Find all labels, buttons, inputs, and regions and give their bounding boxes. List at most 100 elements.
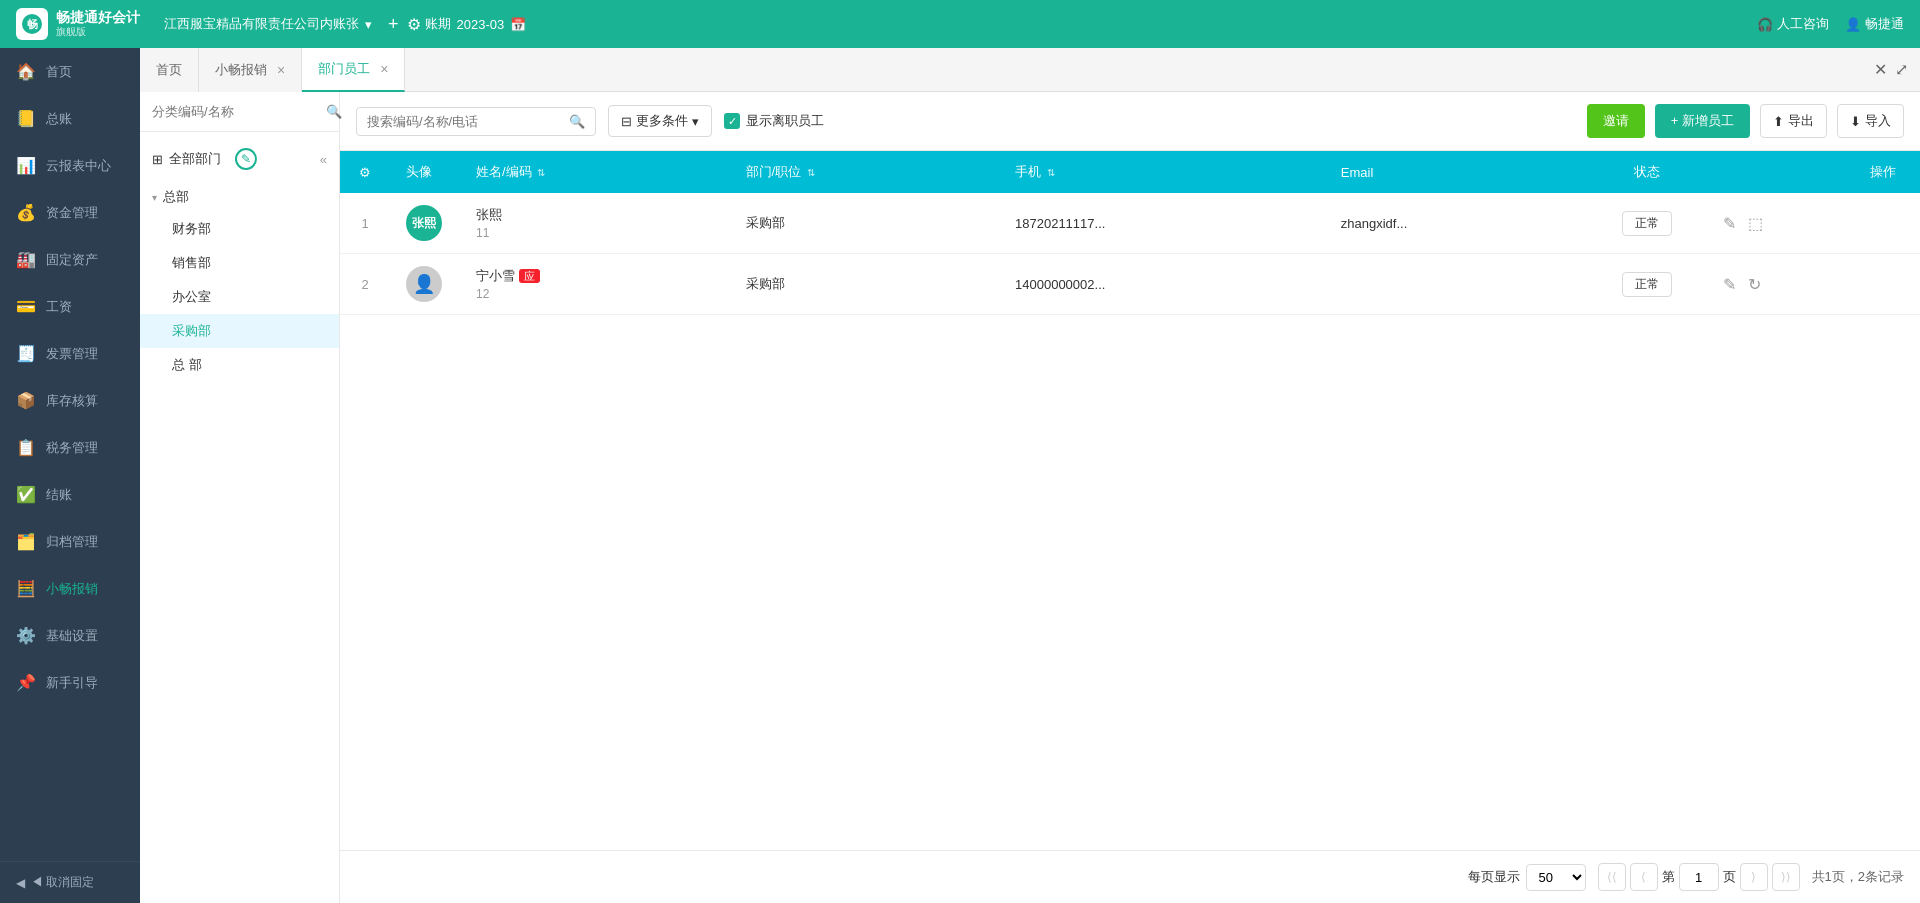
col-name[interactable]: 姓名/编码 ⇅	[460, 151, 730, 193]
dept-group-name-general: 总部	[163, 188, 189, 206]
add-employee-button[interactable]: + 新增员工	[1655, 104, 1750, 138]
col-dept[interactable]: 部门/职位 ⇅	[730, 151, 1000, 193]
sidebar-item-guide[interactable]: 📌 新手引导	[0, 659, 140, 706]
sidebar-item-expense[interactable]: 🧮 小畅报销	[0, 565, 140, 612]
dept-item-purchase[interactable]: 采购部	[140, 314, 339, 348]
import-icon: ⬇	[1850, 114, 1861, 129]
sidebar-item-reports[interactable]: 📊 云报表中心	[0, 142, 140, 189]
settings-icon[interactable]: ⚙	[403, 11, 425, 38]
sidebar-item-salary[interactable]: 💳 工资	[0, 283, 140, 330]
dept-item-hq[interactable]: 总 部	[140, 348, 339, 382]
user-profile-button[interactable]: 👤 畅捷通	[1845, 15, 1904, 33]
dept-all-label: 全部部门	[169, 150, 221, 168]
sidebar-item-settings[interactable]: ⚙️ 基础设置	[0, 612, 140, 659]
col-avatar: 头像	[390, 151, 460, 193]
avatar: 👤	[406, 266, 442, 302]
human-service-button[interactable]: 🎧 人工咨询	[1757, 15, 1829, 33]
tab-expense-close[interactable]: ×	[277, 62, 285, 78]
edit-icon[interactable]: ✎	[1723, 214, 1736, 233]
close-tab-button[interactable]: ✕	[1874, 60, 1887, 79]
logout-icon[interactable]: ⬚	[1748, 214, 1763, 233]
sidebar-item-home[interactable]: 🏠 首页	[0, 48, 140, 95]
export-button[interactable]: ⬆ 导出	[1760, 104, 1827, 138]
sidebar-item-invoice[interactable]: 🧾 发票管理	[0, 330, 140, 377]
collapse-tree-button[interactable]: «	[320, 152, 327, 167]
per-page-area: 每页显示 50 10 20 100	[1468, 864, 1586, 891]
header-actions: 🎧 人工咨询 👤 畅捷通	[1757, 15, 1904, 33]
category-search-input[interactable]	[152, 104, 320, 119]
logo-area: 畅 畅捷通好会计 旗舰版	[16, 8, 156, 40]
tab-expense[interactable]: 小畅报销 ×	[199, 48, 302, 92]
search-icon-toolbar: 🔍	[569, 114, 585, 129]
top-header: 畅 畅捷通好会计 旗舰版 江西服宝精品有限责任公司内账张 ▾ + ⚙ 账期 20…	[0, 0, 1920, 48]
prev-page-button[interactable]: ⟨	[1630, 863, 1658, 891]
sidebar-label-archive: 归档管理	[46, 533, 98, 551]
tab-dept[interactable]: 部门员工 ×	[302, 48, 405, 92]
content-area: 首页 小畅报销 × 部门员工 × ✕ ⤢ 🔍	[140, 48, 1920, 903]
filter-button[interactable]: ⊟ 更多条件 ▾	[608, 105, 712, 137]
inventory-icon: 📦	[16, 391, 36, 410]
sidebar-item-inventory[interactable]: 📦 库存核算	[0, 377, 140, 424]
expand-tab-button[interactable]: ⤢	[1895, 60, 1908, 79]
employee-status-cell: 正常	[1587, 193, 1707, 254]
add-company-button[interactable]: +	[384, 10, 403, 39]
sidebar-label-expense: 小畅报销	[46, 580, 98, 598]
page-input[interactable]	[1679, 863, 1719, 891]
employee-mobile-cell: 18720211117...	[999, 193, 1325, 254]
sidebar-label-salary: 工资	[46, 298, 72, 316]
tab-bar-actions: ✕ ⤢	[1874, 60, 1920, 79]
calendar-icon[interactable]: 📅	[510, 17, 526, 32]
page-content: 🔍 ⊞ 全部部门 ✎ « ▾ 总部	[140, 92, 1920, 903]
import-button[interactable]: ⬇ 导入	[1837, 104, 1904, 138]
employee-list-panel: 🔍 ⊟ 更多条件 ▾ ✓ 显示离职员工	[340, 92, 1920, 903]
show-resigned-checkbox[interactable]: ✓ 显示离职员工	[724, 112, 824, 130]
employee-mobile: 18720211117...	[1015, 216, 1105, 231]
dept-finance-label: 财务部	[172, 221, 211, 236]
logo-text-area: 畅捷通好会计 旗舰版	[56, 9, 140, 40]
row-index: 2	[340, 254, 390, 315]
employee-avatar-cell: 👤	[390, 254, 460, 315]
sidebar-item-settle[interactable]: ✅ 结账	[0, 471, 140, 518]
last-page-button[interactable]: ⟩⟩	[1772, 863, 1800, 891]
next-page-button[interactable]: ⟩	[1740, 863, 1768, 891]
first-page-button[interactable]: ⟨⟨	[1598, 863, 1626, 891]
dept-group-header-general[interactable]: ▾ 总部	[140, 182, 339, 212]
sidebar-item-capital[interactable]: 💰 资金管理	[0, 189, 140, 236]
col-actions: 操作	[1707, 151, 1920, 193]
invite-button[interactable]: 邀请	[1587, 104, 1645, 138]
employee-name-cell: 宁小雪应12	[460, 254, 730, 315]
dept-item-finance[interactable]: 财务部	[140, 212, 339, 246]
dept-item-office[interactable]: 办公室	[140, 280, 339, 314]
sidebar-label-fixed: 固定资产	[46, 251, 98, 269]
dept-office-label: 办公室	[172, 289, 211, 304]
sidebar-label-home: 首页	[46, 63, 72, 81]
employee-search-box: 🔍	[356, 107, 596, 136]
dept-item-sales[interactable]: 销售部	[140, 246, 339, 280]
sidebar-label-invoice: 发票管理	[46, 345, 98, 363]
per-page-select[interactable]: 50 10 20 100	[1526, 864, 1586, 891]
show-resigned-label: 显示离职员工	[746, 112, 824, 130]
tab-dept-close[interactable]: ×	[380, 61, 388, 77]
cancel-pin-button[interactable]: ◀ ◀ 取消固定	[0, 861, 140, 903]
edit-icon[interactable]: ✎	[1723, 275, 1736, 294]
invoice-icon: 🧾	[16, 344, 36, 363]
company-selector[interactable]: 江西服宝精品有限责任公司内账张 ▾	[164, 15, 372, 33]
dept-all-button[interactable]: ⊞ 全部部门 ✎ «	[140, 140, 339, 178]
employee-search-input[interactable]	[367, 114, 563, 129]
tab-home[interactable]: 首页	[140, 48, 199, 92]
page-label: 第	[1662, 868, 1675, 886]
edit-dept-button[interactable]: ✎	[235, 148, 257, 170]
sidebar-item-fixed[interactable]: 🏭 固定资产	[0, 236, 140, 283]
employee-name: 宁小雪应	[476, 267, 714, 285]
dept-sort-icon: ⇅	[807, 167, 815, 178]
sidebar-item-tax[interactable]: 📋 税务管理	[0, 424, 140, 471]
employee-email-cell	[1325, 254, 1587, 315]
sidebar-item-archive[interactable]: 🗂️ 归档管理	[0, 518, 140, 565]
col-settings[interactable]: ⚙	[340, 151, 390, 193]
refresh-icon[interactable]: ↻	[1748, 275, 1761, 294]
col-mobile[interactable]: 手机 ⇅	[999, 151, 1325, 193]
employee-actions-cell: ✎↻	[1707, 254, 1920, 315]
sidebar-item-ledger[interactable]: 📒 总账	[0, 95, 140, 142]
pin-icon: ◀	[16, 876, 25, 890]
dept-group-general: ▾ 总部 财务部 销售部 办公室 采购部	[140, 178, 339, 386]
